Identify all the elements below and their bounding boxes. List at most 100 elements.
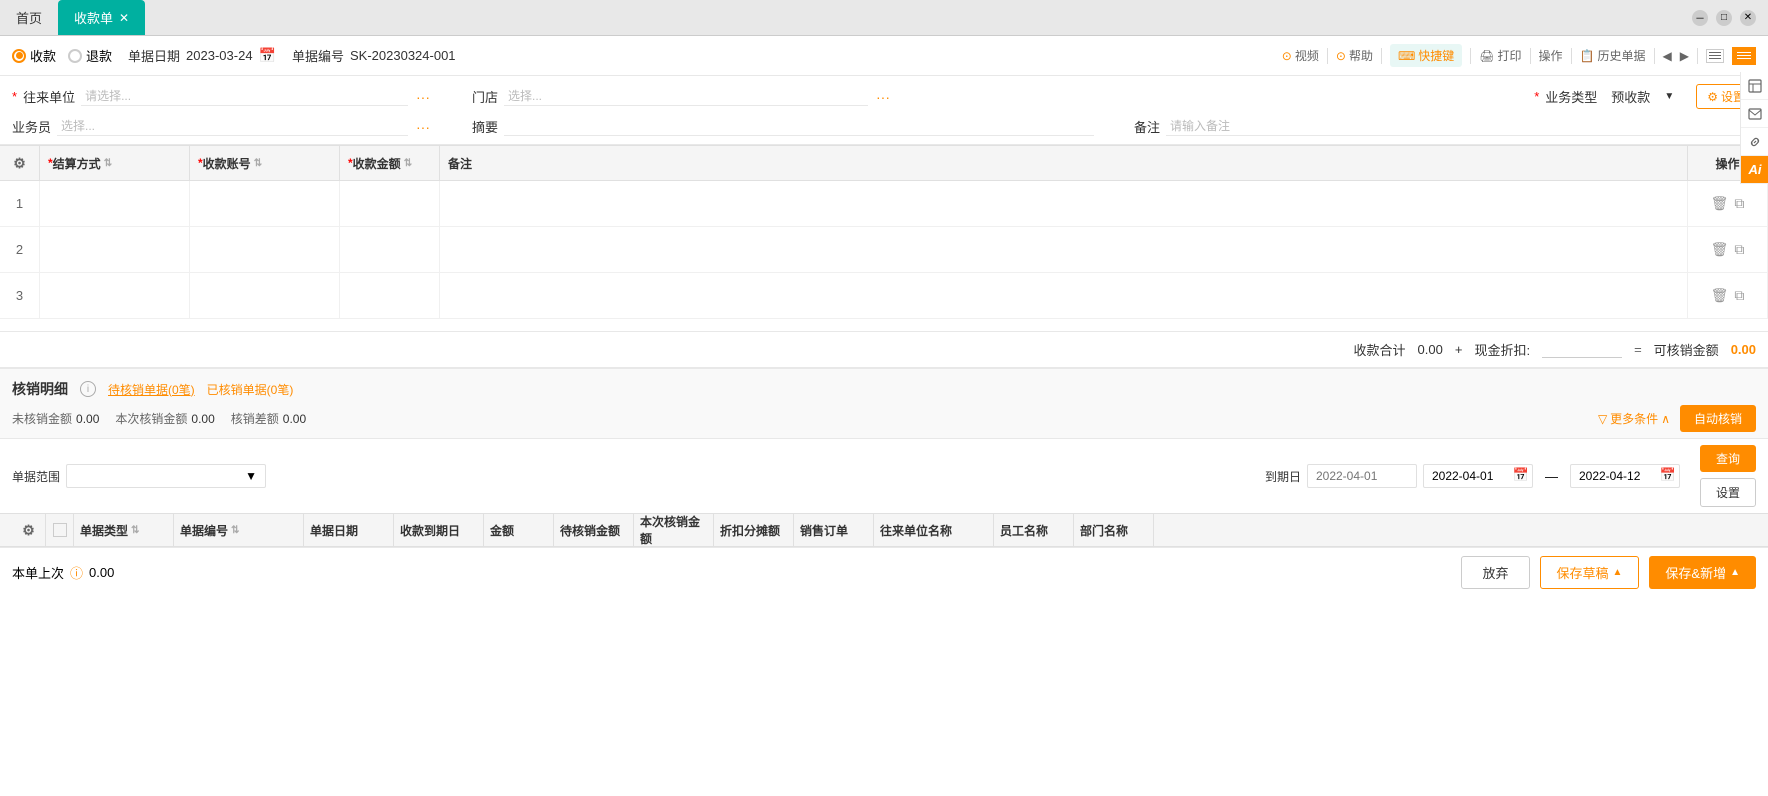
- radio-refund[interactable]: 退款: [68, 46, 112, 65]
- th-note: 备注: [440, 146, 1688, 180]
- row-settle-3[interactable]: [40, 273, 190, 318]
- row-note-3[interactable]: [440, 273, 1688, 318]
- row-delete-icon-2[interactable]: 🗑: [1711, 241, 1729, 258]
- account-sort-icon[interactable]: ⇅: [254, 158, 262, 169]
- table-row: 1 🗑 ⧉: [0, 181, 1768, 227]
- settings-icon: ⚙: [1707, 90, 1718, 104]
- amount-sort-icon[interactable]: ⇅: [404, 158, 412, 169]
- row-delete-icon-3[interactable]: 🗑: [1711, 287, 1729, 304]
- row-copy-icon-1[interactable]: ⧉: [1734, 195, 1744, 212]
- shortcut-button[interactable]: ⌨ 快捷键: [1390, 44, 1462, 67]
- row-amount-3[interactable]: [340, 273, 440, 318]
- right-ai-icon[interactable]: Ai: [1741, 156, 1768, 184]
- store-input[interactable]: [504, 87, 868, 106]
- right-link-icon[interactable]: [1741, 128, 1768, 156]
- staff-ellipsis-button[interactable]: ···: [414, 119, 432, 135]
- select-all-checkbox[interactable]: [53, 523, 67, 537]
- bth-staff: 员工名称: [994, 514, 1074, 546]
- operation-button[interactable]: 操作: [1539, 47, 1563, 64]
- save-draft-button[interactable]: 保存草稿 ▲: [1540, 556, 1640, 589]
- row-op-3: 🗑 ⧉: [1688, 273, 1768, 318]
- row-copy-icon-2[interactable]: ⧉: [1734, 241, 1744, 258]
- footer: 本单上次 ⓘ 0.00 放弃 保存草稿 ▲ 保存&新增 ▲: [0, 547, 1768, 597]
- tab-receipt[interactable]: 收款单 ✕: [58, 0, 145, 35]
- business-type-dropdown-icon[interactable]: ▼: [1664, 91, 1674, 102]
- verify-settings-button[interactable]: 设置: [1700, 478, 1756, 507]
- store-ellipsis-button[interactable]: ···: [874, 89, 892, 105]
- staff-input[interactable]: [57, 117, 408, 136]
- row-account-2[interactable]: [190, 227, 340, 272]
- calendar-from-icon[interactable]: 📅: [1513, 467, 1529, 483]
- th-gear[interactable]: ⚙: [0, 146, 40, 180]
- calendar-icon[interactable]: 📅: [259, 47, 276, 64]
- due-date-from-input[interactable]: [1307, 464, 1417, 488]
- row-delete-icon-1[interactable]: 🗑: [1711, 195, 1729, 212]
- table-row: 3 🗑 ⧉: [0, 273, 1768, 319]
- window-minimize-button[interactable]: －: [1692, 10, 1708, 26]
- prev-icon[interactable]: ◀: [1663, 49, 1672, 63]
- more-conditions-button[interactable]: ▽ 更多条件 ∧: [1598, 410, 1670, 427]
- row-account-1[interactable]: [190, 181, 340, 226]
- row-note-1[interactable]: [440, 181, 1688, 226]
- filter-icon: ▽: [1598, 412, 1607, 426]
- row-op-1: 🗑 ⧉: [1688, 181, 1768, 226]
- radio-receive[interactable]: 收款: [12, 46, 56, 65]
- bottom-table-settings-icon[interactable]: ⚙: [22, 522, 35, 539]
- tab-home[interactable]: 首页: [0, 0, 58, 35]
- done-tab[interactable]: 已核销单据(0笔): [207, 381, 294, 398]
- row-copy-icon-3[interactable]: ⧉: [1734, 287, 1744, 304]
- bth-date: 单据日期: [304, 514, 394, 546]
- discard-button[interactable]: 放弃: [1461, 556, 1529, 589]
- save-new-button[interactable]: 保存&新增 ▲: [1649, 556, 1756, 589]
- form-area: * 往来单位 ··· 门店 ··· * 业务类型 预收款 ▼ ⚙ 设置: [0, 76, 1768, 145]
- discount-input[interactable]: [1542, 342, 1622, 358]
- partner-ellipsis-button[interactable]: ···: [414, 89, 432, 105]
- video-button[interactable]: ⊙ 视频: [1282, 47, 1319, 64]
- auto-verify-button[interactable]: 自动核销: [1680, 405, 1756, 432]
- radio-group: 收款 退款: [12, 46, 112, 65]
- diff-stat: 核销差额 0.00: [231, 410, 306, 427]
- row-amount-1[interactable]: [340, 181, 440, 226]
- save-new-arrow-icon[interactable]: ▲: [1730, 567, 1740, 578]
- pending-tab[interactable]: 待核销单据(0笔): [108, 381, 195, 398]
- row-settle-2[interactable]: [40, 227, 190, 272]
- next-icon[interactable]: ▶: [1680, 49, 1689, 63]
- table-row: 2 🗑 ⧉: [0, 227, 1768, 273]
- row-num-2: 2: [0, 227, 40, 272]
- query-button[interactable]: 查询: [1700, 445, 1756, 472]
- verify-info-icon[interactable]: i: [80, 381, 96, 397]
- row-account-3[interactable]: [190, 273, 340, 318]
- info-circle-icon[interactable]: ⓘ: [70, 563, 83, 582]
- tab-bar: 首页 收款单 ✕ － □ ✕: [0, 0, 1768, 36]
- history-button[interactable]: 📋 历史单据: [1580, 47, 1646, 64]
- partner-input[interactable]: [81, 87, 408, 106]
- settle-sort-icon[interactable]: ⇅: [104, 158, 112, 169]
- row-amount-2[interactable]: [340, 227, 440, 272]
- list-view-icon[interactable]: [1706, 49, 1724, 63]
- bth-check[interactable]: [46, 514, 74, 546]
- remark-input[interactable]: [1166, 117, 1756, 136]
- row-settle-1[interactable]: [40, 181, 190, 226]
- window-close-button[interactable]: ✕: [1740, 10, 1756, 26]
- table-settings-icon[interactable]: ⚙: [13, 155, 26, 172]
- right-table-icon[interactable]: [1741, 72, 1768, 100]
- summary-input[interactable]: [504, 117, 1094, 136]
- verify-search-row: 单据范围 ▼ 到期日 📅 — 📅 查询: [0, 438, 1768, 513]
- help-button[interactable]: ⊙ 帮助: [1336, 47, 1373, 64]
- tab-close-icon[interactable]: ✕: [119, 11, 129, 25]
- bth-rdate: 收款到期日: [394, 514, 484, 546]
- bth-this: 本次核销金额: [634, 514, 714, 546]
- bth-gear[interactable]: ⚙: [12, 514, 46, 546]
- right-email-icon[interactable]: [1741, 100, 1768, 128]
- row-note-2[interactable]: [440, 227, 1688, 272]
- print-button[interactable]: 🖨 打印: [1479, 47, 1521, 64]
- calendar-to-icon[interactable]: 📅: [1660, 467, 1676, 483]
- bth-type: 单据类型 ⇅: [74, 514, 174, 546]
- window-maximize-button[interactable]: □: [1716, 10, 1732, 26]
- due-date-from-value: 📅: [1423, 464, 1533, 488]
- last-order-value: 0.00: [89, 565, 114, 580]
- save-draft-arrow-icon[interactable]: ▲: [1613, 567, 1623, 578]
- grid-view-icon[interactable]: [1732, 47, 1756, 65]
- scope-dropdown[interactable]: ▼: [66, 464, 266, 488]
- footer-right: 放弃 保存草稿 ▲ 保存&新增 ▲: [1461, 556, 1756, 589]
